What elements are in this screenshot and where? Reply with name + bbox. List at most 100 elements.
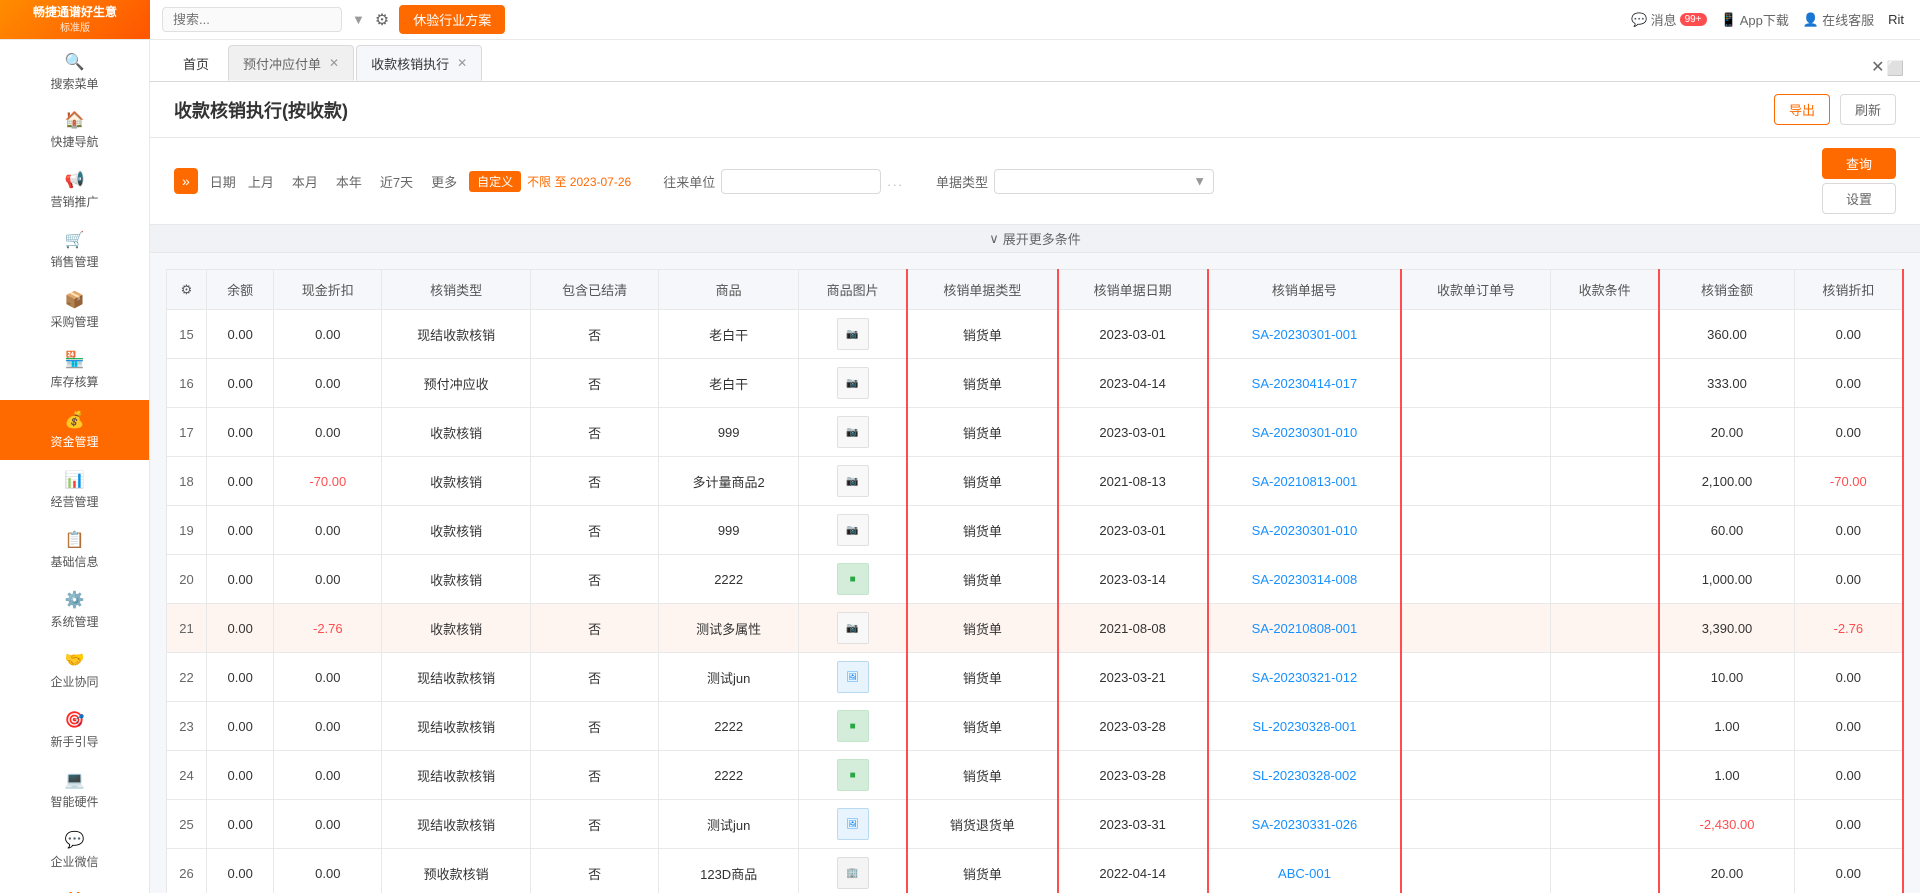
row-doc-no[interactable]: SA-20210813-001 <box>1208 457 1401 506</box>
home-nav-icon: 🏠 <box>65 110 85 130</box>
page-header: 收款核销执行(按收款) 导出 刷新 <box>150 82 1920 138</box>
user-name[interactable]: Rit <box>1888 12 1904 27</box>
row-goods: 多计量商品2 <box>659 457 799 506</box>
sidebar-item-inventory[interactable]: 🏪 库存核算 <box>0 340 149 400</box>
filter-dots: ... <box>887 174 904 189</box>
date-btn-7days[interactable]: 近7天 <box>374 170 419 193</box>
online-service-btn[interactable]: 👤 在线客服 <box>1803 10 1874 29</box>
row-doc-type: 销货单 <box>907 653 1057 702</box>
page-title: 收款核销执行(按收款) <box>174 97 348 123</box>
messages-btn[interactable]: 💬 消息 99+ <box>1631 10 1706 29</box>
col-receipt-cond: 收款条件 <box>1551 270 1660 310</box>
row-receipt-cond <box>1551 408 1660 457</box>
filter-expand-btn[interactable]: » <box>174 168 198 194</box>
tab-home[interactable]: 首页 <box>166 45 226 81</box>
row-goods-img: 📷 <box>798 457 907 506</box>
sidebar-item-guide[interactable]: 🎯 新手引导 <box>0 700 149 760</box>
row-include-cleared: 否 <box>531 849 659 893</box>
sidebar-item-operations[interactable]: 📊 经营管理 <box>0 460 149 520</box>
date-btn-custom[interactable]: 自定义 <box>469 171 521 192</box>
refresh-btn[interactable]: 刷新 <box>1840 94 1896 125</box>
gear-icon[interactable]: ⚙ <box>375 10 389 30</box>
industry-btn[interactable]: 休验行业方案 <box>399 5 505 34</box>
row-writeoff-type: 收款核销 <box>382 457 531 506</box>
expand-more-btn[interactable]: ∨ 展开更多条件 <box>989 229 1081 248</box>
row-writeoff-type: 收款核销 <box>382 555 531 604</box>
tab-prepay-close[interactable]: ✕ <box>329 56 339 70</box>
col-discount: 核销折扣 <box>1794 270 1903 310</box>
row-doc-date: 2022-04-14 <box>1058 849 1208 893</box>
row-balance: 0.00 <box>207 604 274 653</box>
tab-writeoff[interactable]: 收款核销执行 ✕ <box>356 45 482 81</box>
row-cash-discount: 0.00 <box>274 702 382 751</box>
dropdown-icon[interactable]: ▼ <box>352 12 365 27</box>
row-doc-no[interactable]: SA-20230414-017 <box>1208 359 1401 408</box>
sidebar-item-basic-info[interactable]: 📋 基础信息 <box>0 520 149 580</box>
marketing-icon: 📢 <box>65 170 85 190</box>
row-doc-no[interactable]: SL-20230328-002 <box>1208 751 1401 800</box>
sidebar-item-finance[interactable]: 💰 资金管理 <box>0 400 149 460</box>
close-window-btn[interactable]: ✕ <box>1871 57 1884 77</box>
date-btn-more[interactable]: 更多 <box>425 170 463 193</box>
sidebar-item-sales[interactable]: 🛒 销售管理 <box>0 220 149 280</box>
sidebar-item-hardware[interactable]: 💻 智能硬件 <box>0 760 149 820</box>
row-include-cleared: 否 <box>531 702 659 751</box>
search-input-top[interactable] <box>162 7 342 32</box>
row-doc-no[interactable]: SA-20230301-010 <box>1208 408 1401 457</box>
app-download-btn[interactable]: 📱 App下载 <box>1721 10 1789 29</box>
row-include-cleared: 否 <box>531 457 659 506</box>
row-doc-date: 2023-03-21 <box>1058 653 1208 702</box>
row-doc-no[interactable]: SA-20230331-026 <box>1208 800 1401 849</box>
date-range: 不限 至 2023-07-26 <box>527 173 631 190</box>
row-doc-type: 销货退货单 <box>907 800 1057 849</box>
sidebar-item-system[interactable]: ⚙️ 系统管理 <box>0 580 149 640</box>
row-cash-discount: 0.00 <box>274 310 382 359</box>
sidebar-item-wechat[interactable]: 💬 企业微信 <box>0 820 149 880</box>
maximize-btn[interactable]: ⬜ <box>1887 60 1904 77</box>
date-btn-last-month[interactable]: 上月 <box>242 170 280 193</box>
row-include-cleared: 否 <box>531 310 659 359</box>
row-doc-no[interactable]: SA-20210808-001 <box>1208 604 1401 653</box>
row-doc-no[interactable]: SA-20230301-001 <box>1208 310 1401 359</box>
sidebar-item-marketing[interactable]: 📢 营销推广 <box>0 160 149 220</box>
query-btn[interactable]: 查询 <box>1822 148 1896 179</box>
app-icon: 📱 <box>1721 12 1737 28</box>
col-include-cleared: 包含已结清 <box>531 270 659 310</box>
row-balance: 0.00 <box>207 408 274 457</box>
settings-btn[interactable]: 设置 <box>1822 183 1896 214</box>
row-include-cleared: 否 <box>531 408 659 457</box>
row-doc-no[interactable]: SA-20230314-008 <box>1208 555 1401 604</box>
row-goods-img: 🖼 <box>798 653 907 702</box>
tab-writeoff-close[interactable]: ✕ <box>457 56 467 70</box>
sidebar-item-purchase[interactable]: 📦 采购管理 <box>0 280 149 340</box>
row-doc-no[interactable]: SL-20230328-001 <box>1208 702 1401 751</box>
row-amount: 60.00 <box>1659 506 1794 555</box>
col-doc-no: 核销单据号 <box>1208 270 1401 310</box>
tab-prepay[interactable]: 预付冲应付单 ✕ <box>228 45 354 81</box>
row-receipt-cond <box>1551 751 1660 800</box>
sidebar-item-quicknav[interactable]: 🏠 快捷导航 <box>0 100 149 160</box>
row-include-cleared: 否 <box>531 555 659 604</box>
row-doc-no[interactable]: SA-20230301-010 <box>1208 506 1401 555</box>
col-settings[interactable]: ⚙ <box>167 270 207 310</box>
row-include-cleared: 否 <box>531 506 659 555</box>
bill-type-label: 单据类型 <box>936 172 988 191</box>
sidebar-item-collab[interactable]: 🤝 企业协同 <box>0 640 149 700</box>
row-goods: 测试多属性 <box>659 604 799 653</box>
export-btn[interactable]: 导出 <box>1774 94 1830 125</box>
row-doc-date: 2021-08-13 <box>1058 457 1208 506</box>
row-goods-img: 📷 <box>798 359 907 408</box>
bill-type-select[interactable] <box>994 169 1214 194</box>
row-cash-discount: 0.00 <box>274 555 382 604</box>
row-balance: 0.00 <box>207 849 274 893</box>
row-writeoff-type: 现结收款核销 <box>382 800 531 849</box>
sidebar-item-search[interactable]: 🔍 搜索菜单 <box>0 40 149 100</box>
date-btn-this-month[interactable]: 本月 <box>286 170 324 193</box>
row-goods: 2222 <box>659 702 799 751</box>
row-doc-no[interactable]: SA-20230321-012 <box>1208 653 1401 702</box>
date-btn-this-year[interactable]: 本年 <box>330 170 368 193</box>
row-doc-no[interactable]: ABC-001 <box>1208 849 1401 893</box>
from-unit-input[interactable] <box>721 169 881 194</box>
row-cash-discount: 0.00 <box>274 751 382 800</box>
sidebar-item-member[interactable]: V 畅会员 <box>0 880 149 893</box>
